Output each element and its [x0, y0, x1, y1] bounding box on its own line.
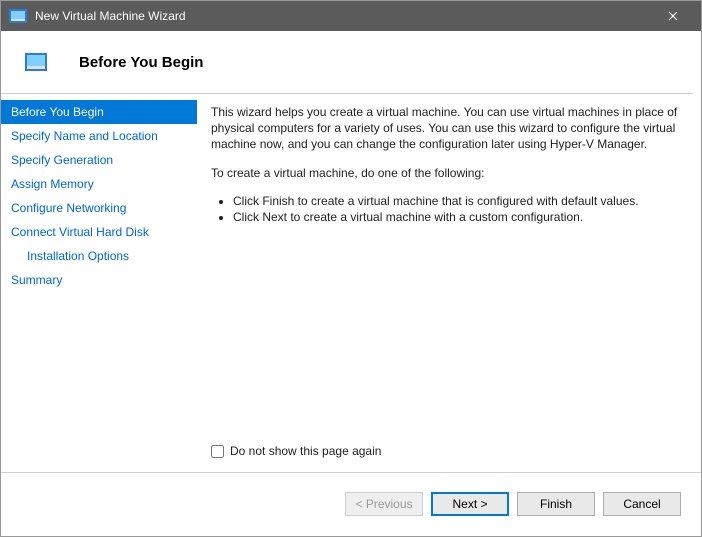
step-specify-generation[interactable]: Specify Generation	[1, 148, 197, 172]
content-area: Before You Begin Specify Name and Locati…	[1, 94, 701, 472]
instruction-list: Click Finish to create a virtual machine…	[211, 193, 679, 225]
previous-button: < Previous	[345, 492, 423, 516]
step-connect-vhd[interactable]: Connect Virtual Hard Disk	[1, 220, 197, 244]
bullet-finish: Click Finish to create a virtual machine…	[233, 193, 679, 209]
window-title: New Virtual Machine Wizard	[35, 9, 653, 23]
finish-button[interactable]: Finish	[517, 492, 595, 516]
titlebar: New Virtual Machine Wizard	[1, 1, 701, 31]
main-panel: This wizard helps you create a virtual m…	[197, 94, 701, 472]
wizard-steps-sidebar: Before You Begin Specify Name and Locati…	[1, 94, 197, 472]
wizard-header: Before You Begin	[1, 31, 701, 93]
step-summary[interactable]: Summary	[1, 268, 197, 292]
bullet-next: Click Next to create a virtual machine w…	[233, 209, 679, 225]
close-button[interactable]	[653, 1, 693, 31]
step-installation-options[interactable]: Installation Options	[1, 244, 197, 268]
page-title: Before You Begin	[79, 54, 203, 71]
checkbox-row: Do not show this page again	[211, 444, 679, 462]
step-assign-memory[interactable]: Assign Memory	[1, 172, 197, 196]
checkbox-label: Do not show this page again	[230, 444, 381, 458]
step-specify-name-location[interactable]: Specify Name and Location	[1, 124, 197, 148]
step-before-you-begin[interactable]: Before You Begin	[1, 100, 197, 124]
do-not-show-checkbox[interactable]	[211, 445, 224, 458]
prompt-text: To create a virtual machine, do one of t…	[211, 165, 679, 181]
next-button[interactable]: Next >	[431, 492, 509, 516]
intro-text: This wizard helps you create a virtual m…	[211, 104, 679, 153]
step-configure-networking[interactable]: Configure Networking	[1, 196, 197, 220]
wizard-footer: < Previous Next > Finish Cancel	[1, 472, 701, 534]
wizard-icon	[25, 53, 47, 71]
cancel-button[interactable]: Cancel	[603, 492, 681, 516]
app-icon	[9, 9, 27, 23]
